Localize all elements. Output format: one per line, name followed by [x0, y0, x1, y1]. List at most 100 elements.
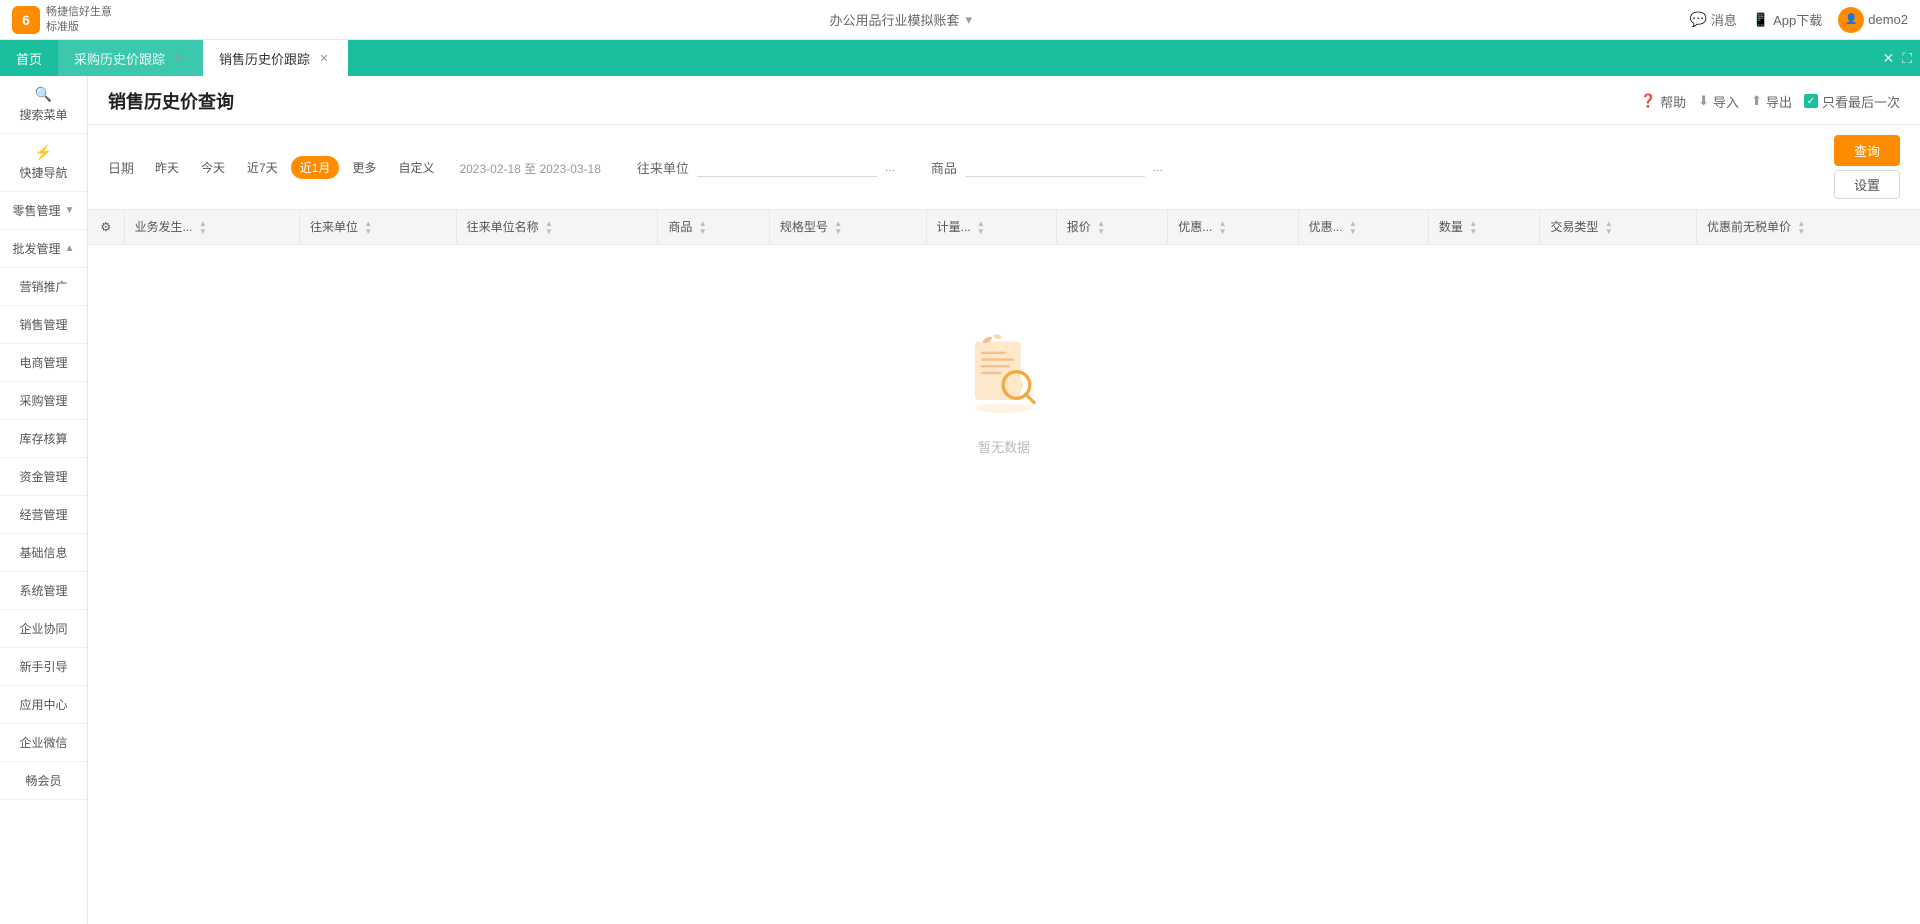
sidebar-item-finance[interactable]: 资金管理 [0, 458, 87, 496]
custom-btn[interactable]: 自定义 [389, 156, 443, 179]
sidebar-finance-label: 资金管理 [19, 468, 67, 485]
sidebar-item-inventory[interactable]: 库存核算 [0, 420, 87, 458]
help-btn[interactable]: ❓ 帮助 [1640, 92, 1686, 111]
sidebar-item-marketing[interactable]: 营销推广 [0, 268, 87, 306]
sidebar-item-ecommerce[interactable]: 电商管理 [0, 344, 87, 382]
help-icon: ❓ [1640, 93, 1656, 109]
gear-icon[interactable]: ⚙ [100, 220, 111, 234]
sidebar-item-guide[interactable]: 新手引导 [0, 648, 87, 686]
sidebar-system-label: 系统管理 [19, 582, 67, 599]
sidebar-item-wholesale[interactable]: 批发管理 ▲ [0, 230, 87, 268]
sidebar-item-apps[interactable]: 应用中心 [0, 686, 87, 724]
sidebar-item-purchase[interactable]: 采购管理 [0, 382, 87, 420]
tab-home[interactable]: 首页 [0, 40, 58, 76]
page-actions: ❓ 帮助 ⬇ 导入 ⬆ 导出 ✓ 只看最后一次 [1640, 92, 1900, 111]
yesterday-btn[interactable]: 昨天 [146, 156, 188, 179]
sidebar-item-retail[interactable]: 零售管理 ▼ [0, 192, 87, 230]
sidebar-ecommerce-label: 电商管理 [19, 354, 67, 371]
product-filter-group: 商品 ... [931, 157, 1163, 177]
shortcuts-icon: ⚡ [35, 144, 52, 161]
sidebar-shortcuts-label: 快捷导航 [19, 164, 67, 181]
import-btn[interactable]: ⬇ 导入 [1698, 92, 1739, 111]
close-tab-icon[interactable]: ✕ [1882, 50, 1894, 67]
phone-icon: 📱 [1753, 12, 1769, 28]
maximize-icon[interactable]: ⛶ [1902, 50, 1912, 67]
only-last-checkbox[interactable]: ✓ 只看最后一次 [1804, 92, 1900, 111]
col-partner-code[interactable]: 往来单位 ▲▼ [299, 210, 456, 244]
dropdown-icon[interactable]: ▾ [965, 12, 972, 28]
top-bar: 6 畅捷信好生意 标准版 办公用品行业模拟账套 ▾ 💬 消息 📱 App下载 👤… [0, 0, 1920, 40]
col-discount1[interactable]: 优惠... ▲▼ [1168, 210, 1298, 244]
message-btn[interactable]: 💬 消息 [1689, 10, 1736, 29]
sidebar-purchase-label: 采购管理 [19, 392, 67, 409]
more-btn[interactable]: 更多 [343, 156, 385, 179]
col-pretax-price[interactable]: 优惠前无税单价 ▲▼ [1697, 210, 1920, 244]
sidebar-member-label: 畅会员 [25, 772, 61, 789]
empty-illustration [954, 325, 1054, 425]
import-icon: ⬇ [1698, 93, 1709, 109]
query-button[interactable]: 查询 [1834, 135, 1900, 166]
avatar: 👤 [1838, 7, 1864, 33]
home-tab-label: 首页 [16, 49, 42, 68]
settings-button[interactable]: 设置 [1834, 170, 1900, 199]
sidebar: 🔍 搜索菜单 ⚡ 快捷导航 零售管理 ▼ 批发管理 ▲ 营销推广 销售管理 电商… [0, 76, 88, 924]
product-more-icon[interactable]: ... [1153, 160, 1163, 174]
sidebar-item-wechat[interactable]: 企业微信 [0, 724, 87, 762]
top-bar-center: 办公用品行业模拟账套 ▾ [829, 10, 972, 29]
sidebar-wholesale-label: 批发管理 [13, 240, 61, 257]
sidebar-item-member[interactable]: 畅会员 [0, 762, 87, 800]
sidebar-operations-label: 经营管理 [19, 506, 67, 523]
sidebar-inventory-label: 库存核算 [19, 430, 67, 447]
sidebar-item-basic-info[interactable]: 基础信息 [0, 534, 87, 572]
app-download-btn[interactable]: 📱 App下载 [1753, 10, 1822, 29]
tab-bar: 首页 采购历史价跟踪 ✕ 销售历史价跟踪 ✕ ✕ ⛶ [0, 40, 1920, 76]
export-btn[interactable]: ⬆ 导出 [1751, 92, 1792, 111]
col-unit[interactable]: 计量... ▲▼ [926, 210, 1056, 244]
last1month-btn[interactable]: 近1月 [291, 156, 340, 179]
col-business-date[interactable]: 业务发生... ▲▼ [124, 210, 299, 244]
chevron-down-icon: ▼ [65, 205, 75, 216]
sidebar-search-label: 搜索菜单 [19, 106, 67, 123]
top-bar-right: 💬 消息 📱 App下载 👤 demo2 [1689, 7, 1908, 33]
sidebar-basic-info-label: 基础信息 [19, 544, 67, 561]
partner-filter-group: 往来单位 ... [637, 157, 895, 177]
sidebar-item-search[interactable]: 🔍 搜索菜单 [0, 76, 87, 134]
col-quote[interactable]: 报价 ▲▼ [1056, 210, 1167, 244]
table-header-row: ⚙ 业务发生... ▲▼ 往来单位 ▲▼ 往来单位名称 ▲▼ [88, 210, 1920, 244]
filter-row: 日期 昨天 今天 近7天 近1月 更多 自定义 2023-02-18 至 202… [108, 135, 1900, 199]
sidebar-retail-label: 零售管理 [13, 202, 61, 219]
col-spec[interactable]: 规格型号 ▲▼ [769, 210, 926, 244]
partner-label: 往来单位 [637, 158, 689, 177]
sidebar-enterprise-label: 企业协同 [19, 620, 67, 637]
sidebar-item-operations[interactable]: 经营管理 [0, 496, 87, 534]
user-area[interactable]: 👤 demo2 [1838, 7, 1908, 33]
sidebar-item-sales[interactable]: 销售管理 [0, 306, 87, 344]
tab-bar-actions: ✕ ⛶ [1882, 50, 1920, 67]
partner-input[interactable] [697, 157, 877, 177]
sidebar-item-system[interactable]: 系统管理 [0, 572, 87, 610]
sidebar-item-shortcuts[interactable]: ⚡ 快捷导航 [0, 134, 87, 192]
last7days-btn[interactable]: 近7天 [238, 156, 287, 179]
tab2-close-icon[interactable]: ✕ [316, 50, 332, 66]
col-settings[interactable]: ⚙ [88, 210, 124, 244]
logo-area: 6 畅捷信好生意 标准版 [12, 5, 112, 34]
product-input[interactable] [965, 157, 1145, 177]
col-trade-type[interactable]: 交易类型 ▲▼ [1540, 210, 1697, 244]
col-product[interactable]: 商品 ▲▼ [658, 210, 769, 244]
sidebar-item-enterprise[interactable]: 企业协同 [0, 610, 87, 648]
tab1-close-icon[interactable]: ✕ [171, 50, 187, 66]
col-quantity[interactable]: 数量 ▲▼ [1428, 210, 1539, 244]
tab-sales-history[interactable]: 销售历史价跟踪 ✕ [203, 40, 348, 76]
table-container: ⚙ 业务发生... ▲▼ 往来单位 ▲▼ 往来单位名称 ▲▼ [88, 210, 1920, 924]
content-area: 销售历史价查询 ❓ 帮助 ⬇ 导入 ⬆ 导出 ✓ 只看最后一次 [88, 76, 1920, 924]
app-title: 办公用品行业模拟账套 [829, 10, 959, 29]
today-btn[interactable]: 今天 [192, 156, 234, 179]
tab-purchase-history[interactable]: 采购历史价跟踪 ✕ [58, 40, 203, 76]
empty-text: 暂无数据 [978, 437, 1030, 456]
user-name: demo2 [1868, 12, 1908, 27]
tab2-label: 销售历史价跟踪 [219, 49, 310, 68]
col-discount2[interactable]: 优惠... ▲▼ [1298, 210, 1428, 244]
partner-more-icon[interactable]: ... [885, 160, 895, 174]
sidebar-marketing-label: 营销推广 [19, 278, 67, 295]
col-partner-name[interactable]: 往来单位名称 ▲▼ [456, 210, 658, 244]
